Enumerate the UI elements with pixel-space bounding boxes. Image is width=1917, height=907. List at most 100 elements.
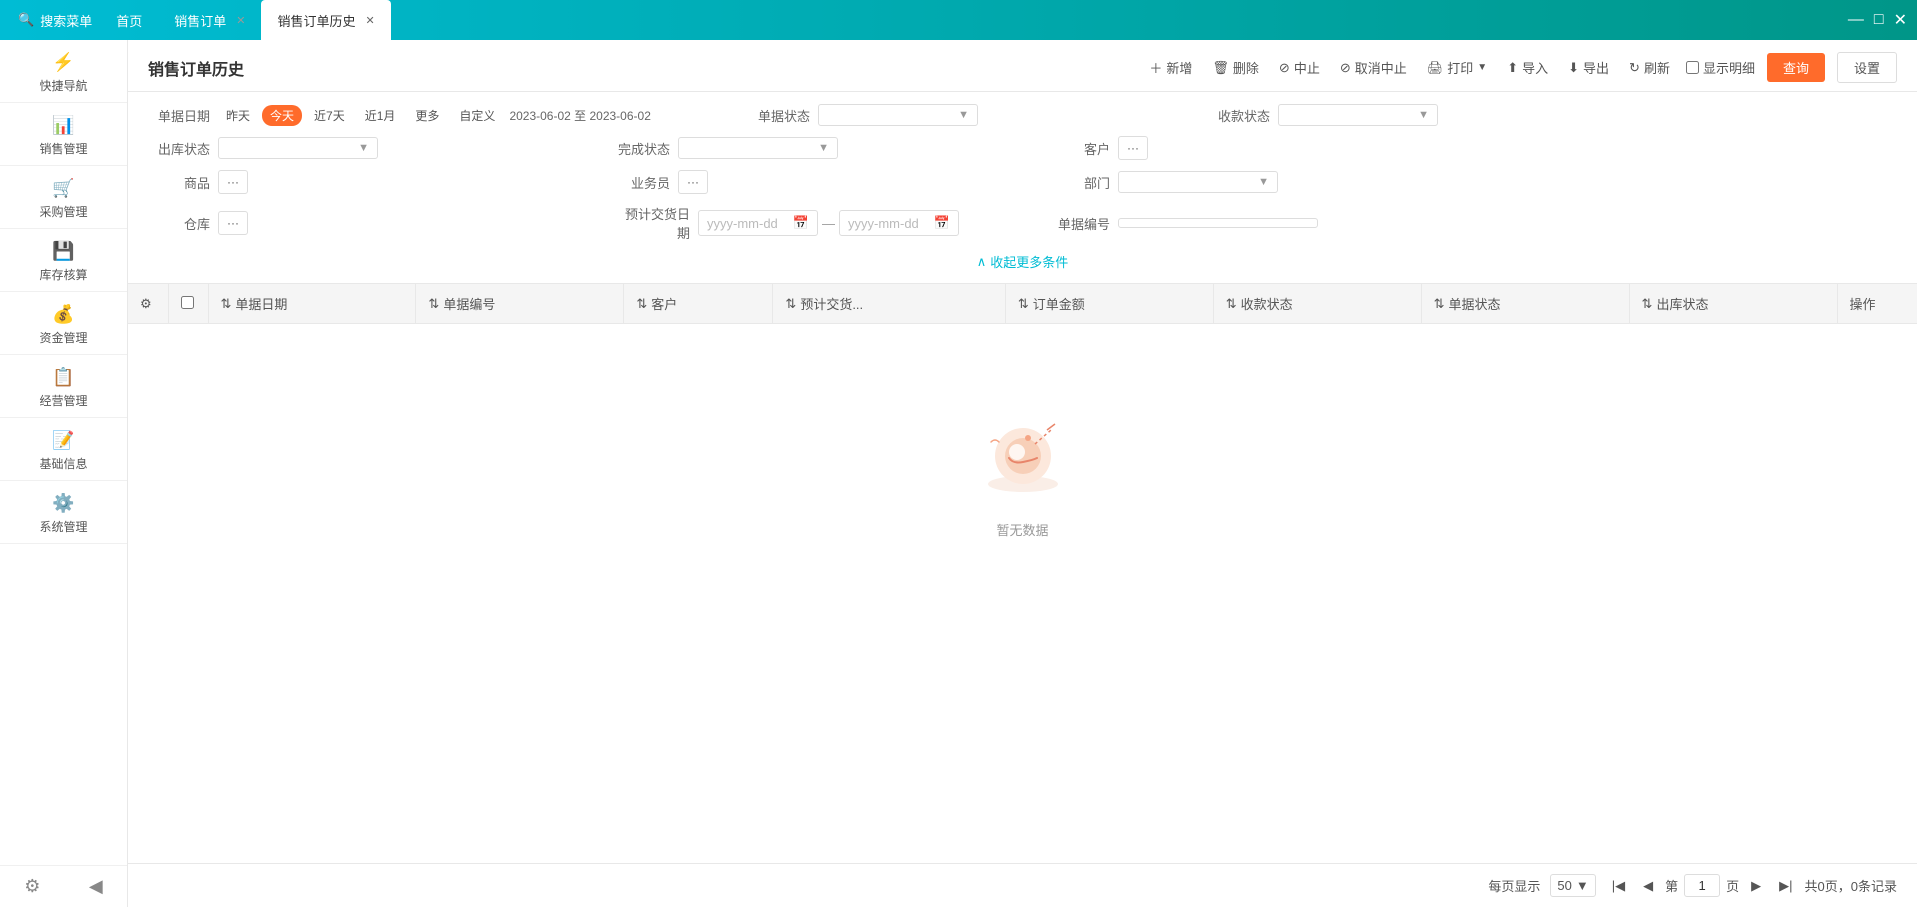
collapse-sidebar-icon[interactable]: ◀ [89,876,103,897]
sales-mgmt-label: 销售管理 [39,140,87,157]
department-arrow-icon: ▼ [1258,176,1269,188]
th-settings[interactable]: ⚙ [128,284,168,324]
delete-button[interactable]: 🗑 删除 [1208,56,1263,79]
tab-sales-order[interactable]: 销售订单 ✕ [158,0,261,40]
th-delivery-date[interactable]: ⇅ 预计交货... [773,284,1005,324]
per-page-select[interactable]: 50 ▼ [1550,874,1595,897]
cancel-stop-label: 取消中止 [1355,58,1407,77]
tab-sales-order-close[interactable]: ✕ [236,14,245,27]
sidebar-item-purchase-mgmt[interactable]: 🛒 采购管理 [0,166,127,229]
query-button[interactable]: 查询 [1767,53,1825,82]
bill-status-label: 单据状态 [758,106,818,125]
settings-button[interactable]: 设置 [1837,52,1897,83]
page-number-input[interactable] [1684,874,1720,897]
th-receipt-status[interactable]: ⇅ 收款状态 [1213,284,1421,324]
th-bill-number[interactable]: ⇅ 单据编号 [416,284,624,324]
delivery-date-end-input[interactable]: yyyy-mm-dd 📅 [839,210,959,236]
sidebar-item-quick-nav[interactable]: ⚡ 快捷导航 [0,40,127,103]
per-page-label: 每页显示 [1488,876,1540,895]
display-cols-checkbox[interactable] [1686,61,1699,74]
sidebar: ⚡ 快捷导航 📊 销售管理 🛒 采购管理 💾 库存核算 💰 资金管理 📋 经营管… [0,40,128,907]
display-cols-label: 显示明细 [1703,58,1755,77]
product-control: ··· [218,170,598,194]
receipt-status-select[interactable]: ▼ [1278,104,1438,126]
product-picker[interactable]: ··· [218,170,248,194]
date-tab-7days[interactable]: 近7天 [306,105,353,126]
print-arrow-icon: ▼ [1477,62,1487,73]
date-tab-1month[interactable]: 近1月 [357,105,404,126]
maximize-icon[interactable]: □ [1874,11,1884,29]
select-all-checkbox[interactable] [181,296,194,309]
bill-number-input[interactable] [1118,218,1318,228]
refresh-label: 刷新 [1644,58,1670,77]
prev-page-button[interactable]: ◀ [1637,876,1659,896]
th-delivery-date-sort-icon: ⇅ [785,296,796,312]
last-page-button[interactable]: ▶| [1773,876,1798,896]
search-menu-area[interactable]: 🔍 搜索菜单 [10,11,100,30]
date-tab-today[interactable]: 今天 [262,105,302,126]
settings-bottom-icon[interactable]: ⚙ [24,876,40,897]
stop-button[interactable]: ⊘ 中止 [1275,56,1324,79]
department-select[interactable]: ▼ [1118,171,1278,193]
refresh-button[interactable]: ↻ 刷新 [1625,56,1674,79]
delivery-date-start-input[interactable]: yyyy-mm-dd 📅 [698,210,818,236]
sidebar-item-sys-mgmt[interactable]: ⚙️ 系统管理 [0,481,127,544]
sales-mgmt-icon: 📊 [52,115,74,136]
settings-gear-icon[interactable]: ⚙ [140,296,152,311]
th-bill-status[interactable]: ⇅ 单据状态 [1421,284,1629,324]
tab-sales-order-history-close[interactable]: ✕ [365,14,374,27]
quick-nav-icon: ⚡ [52,52,74,73]
display-cols-toggle[interactable]: 显示明细 [1686,58,1755,77]
th-bill-status-label: 单据状态 [1449,294,1501,313]
search-menu-label: 搜索菜单 [40,11,92,30]
delivery-date-end-placeholder: yyyy-mm-dd [848,216,919,231]
th-bill-date[interactable]: ⇅ 单据日期 [208,284,416,324]
first-page-button[interactable]: |◀ [1606,876,1631,896]
window-close-icon[interactable]: ✕ [1894,10,1907,30]
print-button[interactable]: 🖨 打印 ▼ [1423,56,1491,79]
sidebar-item-base-info[interactable]: 📝 基础信息 [0,418,127,481]
collapse-row[interactable]: ∧ 收起更多条件 [148,252,1897,271]
outbound-status-select[interactable]: ▼ [218,137,378,159]
import-button[interactable]: ⬆ 导入 [1503,56,1552,79]
warehouse-control: ··· [218,211,598,235]
th-bill-status-sort-icon: ⇅ [1434,296,1445,312]
bill-status-select[interactable]: ▼ [818,104,978,126]
date-tab-yesterday[interactable]: 昨天 [218,105,258,126]
th-customer[interactable]: ⇅ 客户 [624,284,773,324]
warehouse-label: 仓库 [148,214,218,233]
date-range-value: 2023-06-02 至 2023-06-02 [509,107,650,124]
filter-row-1: 单据日期 昨天 今天 近7天 近1月 更多 自定义 2023-06-02 至 2… [148,104,1897,126]
export-button[interactable]: ⬇ 导出 [1564,56,1613,79]
tab-sales-order-history[interactable]: 销售订单历史 ✕ [261,0,390,40]
department-control: ▼ [1118,171,1498,193]
bill-status-control: ▼ [818,104,1198,126]
date-tab-custom[interactable]: 自定义 [451,105,503,126]
fund-mgmt-icon: 💰 [52,304,74,325]
empty-state: 暂无数据 [128,324,1917,599]
th-order-amount[interactable]: ⇅ 订单金额 [1005,284,1213,324]
th-outbound-status[interactable]: ⇅ 出库状态 [1629,284,1837,324]
tab-home[interactable]: 首页 [100,0,158,40]
customer-picker[interactable]: ··· [1118,136,1148,160]
bill-date-label: 单据日期 [148,106,218,125]
sidebar-item-inventory[interactable]: 💾 库存核算 [0,229,127,292]
cancel-stop-button[interactable]: ⊘ 取消中止 [1336,56,1411,79]
sidebar-item-sales-mgmt[interactable]: 📊 销售管理 [0,103,127,166]
next-page-button[interactable]: ▶ [1745,876,1767,896]
delete-label: 删除 [1233,58,1259,77]
minimize-icon[interactable]: — [1848,11,1864,29]
date-tabs: 昨天 今天 近7天 近1月 更多 自定义 [218,105,503,126]
per-page-arrow-icon: ▼ [1576,878,1589,893]
th-checkbox[interactable] [168,284,208,324]
complete-status-select[interactable]: ▼ [678,137,838,159]
ops-mgmt-icon: 📋 [52,367,74,388]
new-button[interactable]: ＋ 新增 [1145,56,1196,79]
date-tab-more[interactable]: 更多 [407,105,447,126]
per-page-value: 50 [1557,878,1571,893]
th-outbound-status-sort-icon: ⇅ [1642,296,1653,312]
sidebar-item-fund-mgmt[interactable]: 💰 资金管理 [0,292,127,355]
sidebar-item-ops-mgmt[interactable]: 📋 经营管理 [0,355,127,418]
salesperson-picker[interactable]: ··· [678,170,708,194]
warehouse-picker[interactable]: ··· [218,211,248,235]
